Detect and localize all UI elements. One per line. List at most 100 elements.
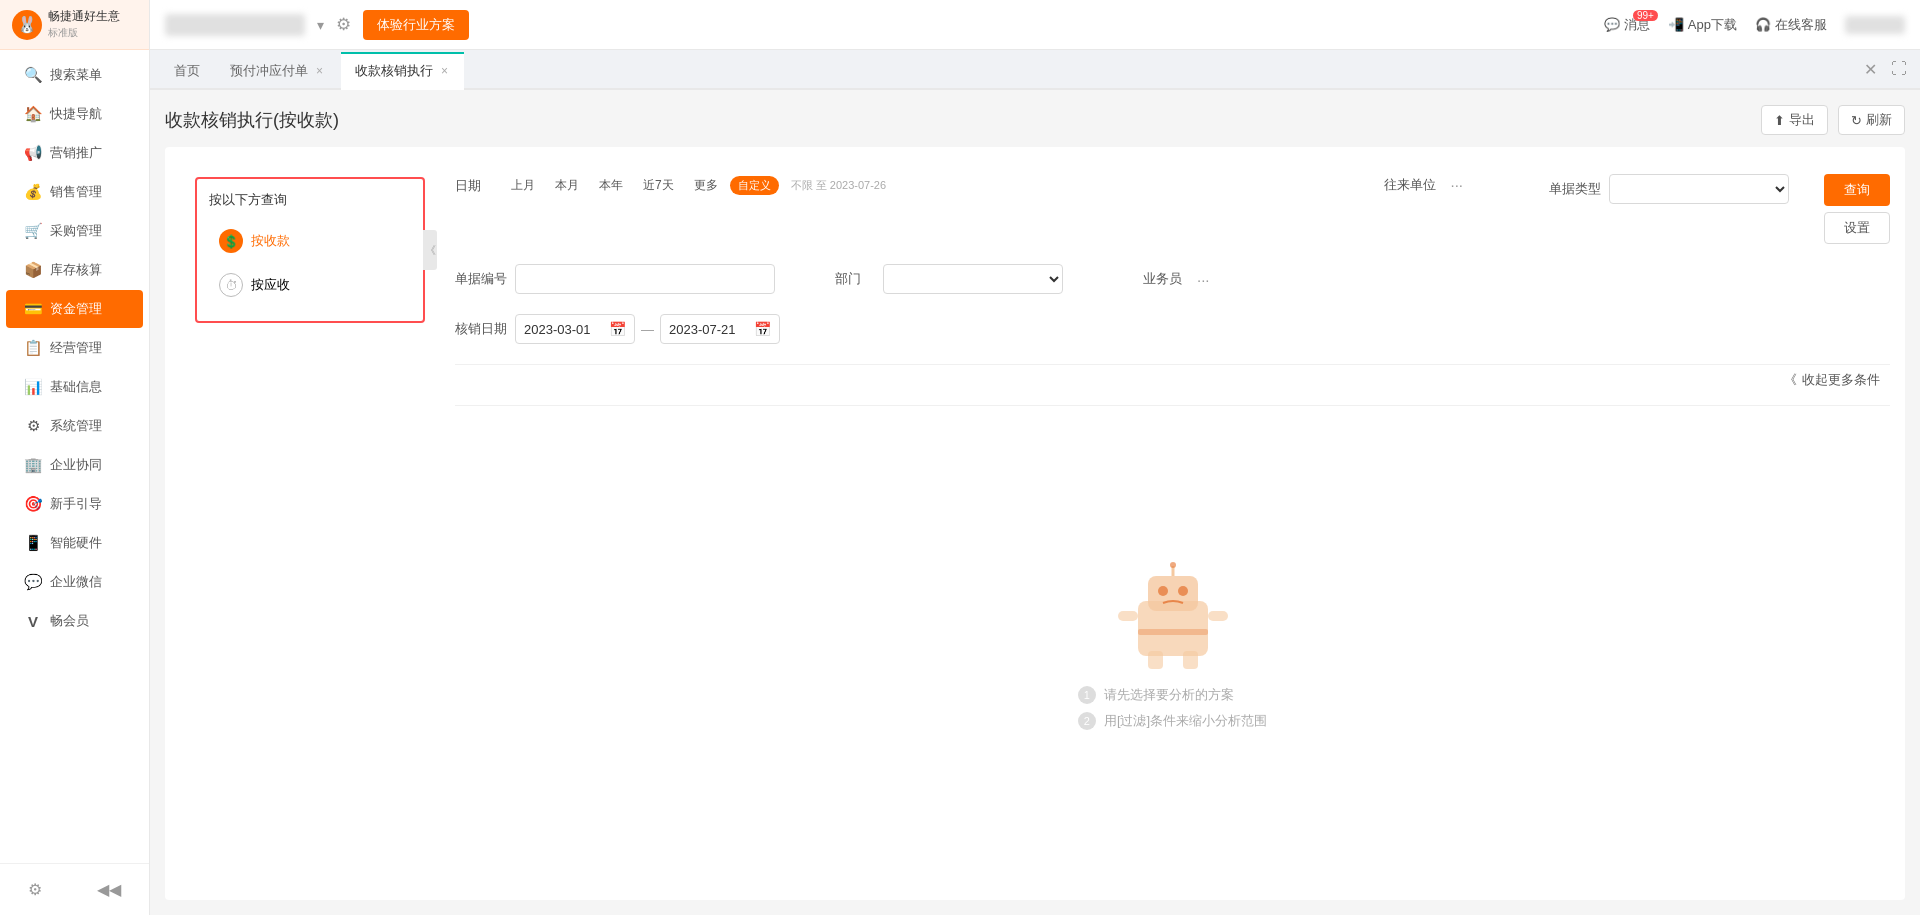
date-label: 日期 (455, 177, 495, 195)
sidebar-item-finance[interactable]: 💳 资金管理 (6, 290, 143, 328)
tab-collect-verify[interactable]: 收款核销执行 × (341, 52, 464, 90)
shortcut-more[interactable]: 更多 (686, 174, 726, 197)
collapse-more-btn[interactable]: 《 收起更多条件 (455, 364, 1890, 395)
sidebar-label-sales: 销售管理 (50, 183, 102, 201)
sidebar-item-member[interactable]: V 畅会员 (6, 602, 143, 640)
dept-select[interactable] (883, 264, 1063, 294)
empty-state: 1 请先选择要分析的方案 2 用[过滤]条件来缩小分析范围 (455, 406, 1890, 885)
sidebar-item-sales[interactable]: 💰 销售管理 (6, 173, 143, 211)
svg-point-2 (1158, 586, 1168, 596)
bill-number-input[interactable] (515, 264, 775, 294)
app-badge: 标准版 (48, 26, 120, 40)
sidebar-item-wecom[interactable]: 💬 企业微信 (6, 563, 143, 601)
sidebar-item-system[interactable]: ⚙ 系统管理 (6, 407, 143, 445)
verify-date-end-field[interactable]: 📅 (660, 314, 780, 344)
online-service-btn[interactable]: 🎧 在线客服 (1755, 16, 1827, 34)
sidebar-label-enterprise: 企业协同 (50, 456, 102, 474)
tab-prepay[interactable]: 预付冲应付单 × (216, 54, 339, 90)
content-area: 收款核销执行(按收款) ⬆ 导出 ↻ 刷新 按以下方查询 💲 (150, 90, 1920, 915)
solution-btn[interactable]: 体验行业方案 (363, 10, 469, 40)
tab-expand-btn[interactable]: ⛶ (1888, 57, 1910, 82)
settings-btn[interactable]: 设置 (1824, 212, 1890, 244)
refresh-btn[interactable]: ↻ 刷新 (1838, 105, 1905, 135)
page-header: 收款核销执行(按收款) ⬆ 导出 ↻ 刷新 (165, 105, 1905, 135)
filter-panel-title: 按以下方查询 (209, 191, 411, 209)
verify-date-start-input[interactable] (524, 322, 604, 337)
verify-date-end-calendar-icon[interactable]: 📅 (754, 321, 771, 337)
shortcut-this-month[interactable]: 本月 (547, 174, 587, 197)
tab-home[interactable]: 首页 (160, 54, 214, 90)
shortcut-7days[interactable]: 近7天 (635, 174, 682, 197)
operation-icon: 📋 (24, 339, 42, 357)
sidebar-item-guide[interactable]: 🎯 新手引导 (6, 485, 143, 523)
topbar: ▾ ⚙ 体验行业方案 💬 消息 99+ 📲 App下载 🎧 在线客服 (150, 0, 1920, 50)
settings-bottom-btn[interactable]: ⚙ (18, 874, 52, 905)
filter-panel-collapse-btn[interactable]: 《 (423, 230, 437, 270)
counterpart-field-group: 往来单位 ··· (1384, 174, 1469, 195)
svg-rect-7 (1208, 611, 1228, 621)
filter-by-collect[interactable]: 💲 按收款 (209, 221, 411, 261)
topbar-gear-icon[interactable]: ⚙ (336, 14, 351, 35)
tab-prepay-close[interactable]: × (314, 62, 325, 80)
sidebar-item-quick-nav[interactable]: 🏠 快捷导航 (6, 95, 143, 133)
sidebar-label-inventory: 库存核算 (50, 261, 102, 279)
sales-icon: 💰 (24, 183, 42, 201)
message-btn[interactable]: 💬 消息 99+ (1604, 16, 1650, 34)
svg-point-5 (1170, 562, 1176, 568)
sidebar-label-basic: 基础信息 (50, 378, 102, 396)
shortcut-this-year[interactable]: 本年 (591, 174, 631, 197)
sidebar-item-inventory[interactable]: 📦 库存核算 (6, 251, 143, 289)
verify-date-end-input[interactable] (669, 322, 749, 337)
sidebar-label-guide: 新手引导 (50, 495, 102, 513)
app-download-icon: 📲 (1668, 17, 1684, 32)
collapse-sidebar-btn[interactable]: ◀◀ (87, 874, 131, 905)
shortcut-custom[interactable]: 自定义 (730, 176, 779, 195)
sidebar-label-operation: 经营管理 (50, 339, 102, 357)
marketing-icon: 📢 (24, 144, 42, 162)
counterpart-dots-btn[interactable]: ··· (1444, 174, 1469, 195)
bill-type-select[interactable] (1609, 174, 1789, 204)
verify-date-range: 📅 — 📅 (515, 314, 780, 344)
filter-by-receivable[interactable]: ⏱ 按应收 (209, 265, 411, 305)
empty-hints: 1 请先选择要分析的方案 2 用[过滤]条件来缩小分析范围 (1078, 686, 1267, 730)
svg-rect-10 (1138, 629, 1208, 635)
export-icon: ⬆ (1774, 113, 1785, 128)
verify-date-start-calendar-icon[interactable]: 📅 (609, 321, 626, 337)
sidebar-label-quick-nav: 快捷导航 (50, 105, 102, 123)
enterprise-icon: 🏢 (24, 456, 42, 474)
topbar-dropdown-arrow[interactable]: ▾ (317, 17, 324, 33)
sidebar-item-hardware[interactable]: 📱 智能硬件 (6, 524, 143, 562)
sidebar-item-purchase[interactable]: 🛒 采购管理 (6, 212, 143, 250)
tab-prepay-label: 预付冲应付单 (230, 62, 308, 80)
date-no-limit: 不限 至 2023-07-26 (791, 178, 886, 193)
filter-row-2: 单据编号 部门 业务员 ··· (455, 260, 1890, 298)
app-download-btn[interactable]: 📲 App下载 (1668, 16, 1737, 34)
svg-point-3 (1178, 586, 1188, 596)
verify-date-start-field[interactable]: 📅 (515, 314, 635, 344)
tab-close-all-btn[interactable]: ✕ (1861, 57, 1880, 82)
sidebar-nav: 🔍 搜索菜单 🏠 快捷导航 📢 营销推广 💰 销售管理 🛒 采购管理 📦 库存核… (0, 50, 149, 863)
filter-by-receivable-label: 按应收 (251, 276, 290, 294)
staff-field-group: 业务员 ··· (1143, 269, 1216, 290)
bill-number-field-group: 单据编号 (455, 264, 775, 294)
main-panel: 按以下方查询 💲 按收款 ⏱ 按应收 《 (165, 147, 1905, 900)
staff-label: 业务员 (1143, 270, 1183, 288)
basic-icon: 📊 (24, 378, 42, 396)
refresh-label: 刷新 (1866, 111, 1892, 129)
staff-dots-btn[interactable]: ··· (1191, 269, 1216, 290)
tab-collect-verify-close[interactable]: × (439, 62, 450, 80)
filter-panel: 按以下方查询 💲 按收款 ⏱ 按应收 《 (195, 177, 425, 323)
sidebar-item-basic[interactable]: 📊 基础信息 (6, 368, 143, 406)
export-btn[interactable]: ⬆ 导出 (1761, 105, 1828, 135)
sidebar-item-enterprise[interactable]: 🏢 企业协同 (6, 446, 143, 484)
sidebar-item-operation[interactable]: 📋 经营管理 (6, 329, 143, 367)
query-btn[interactable]: 查询 (1824, 174, 1890, 206)
search-icon: 🔍 (24, 66, 42, 84)
bill-type-field-group: 单据类型 (1549, 174, 1789, 204)
shortcut-last-month[interactable]: 上月 (503, 174, 543, 197)
purchase-icon: 🛒 (24, 222, 42, 240)
member-icon: V (24, 613, 42, 630)
sidebar-item-marketing[interactable]: 📢 营销推广 (6, 134, 143, 172)
date-field-group: 日期 上月 本月 本年 近7天 更多 自定义 不限 至 2023-07-26 (455, 174, 886, 197)
sidebar-item-search[interactable]: 🔍 搜索菜单 (6, 56, 143, 94)
